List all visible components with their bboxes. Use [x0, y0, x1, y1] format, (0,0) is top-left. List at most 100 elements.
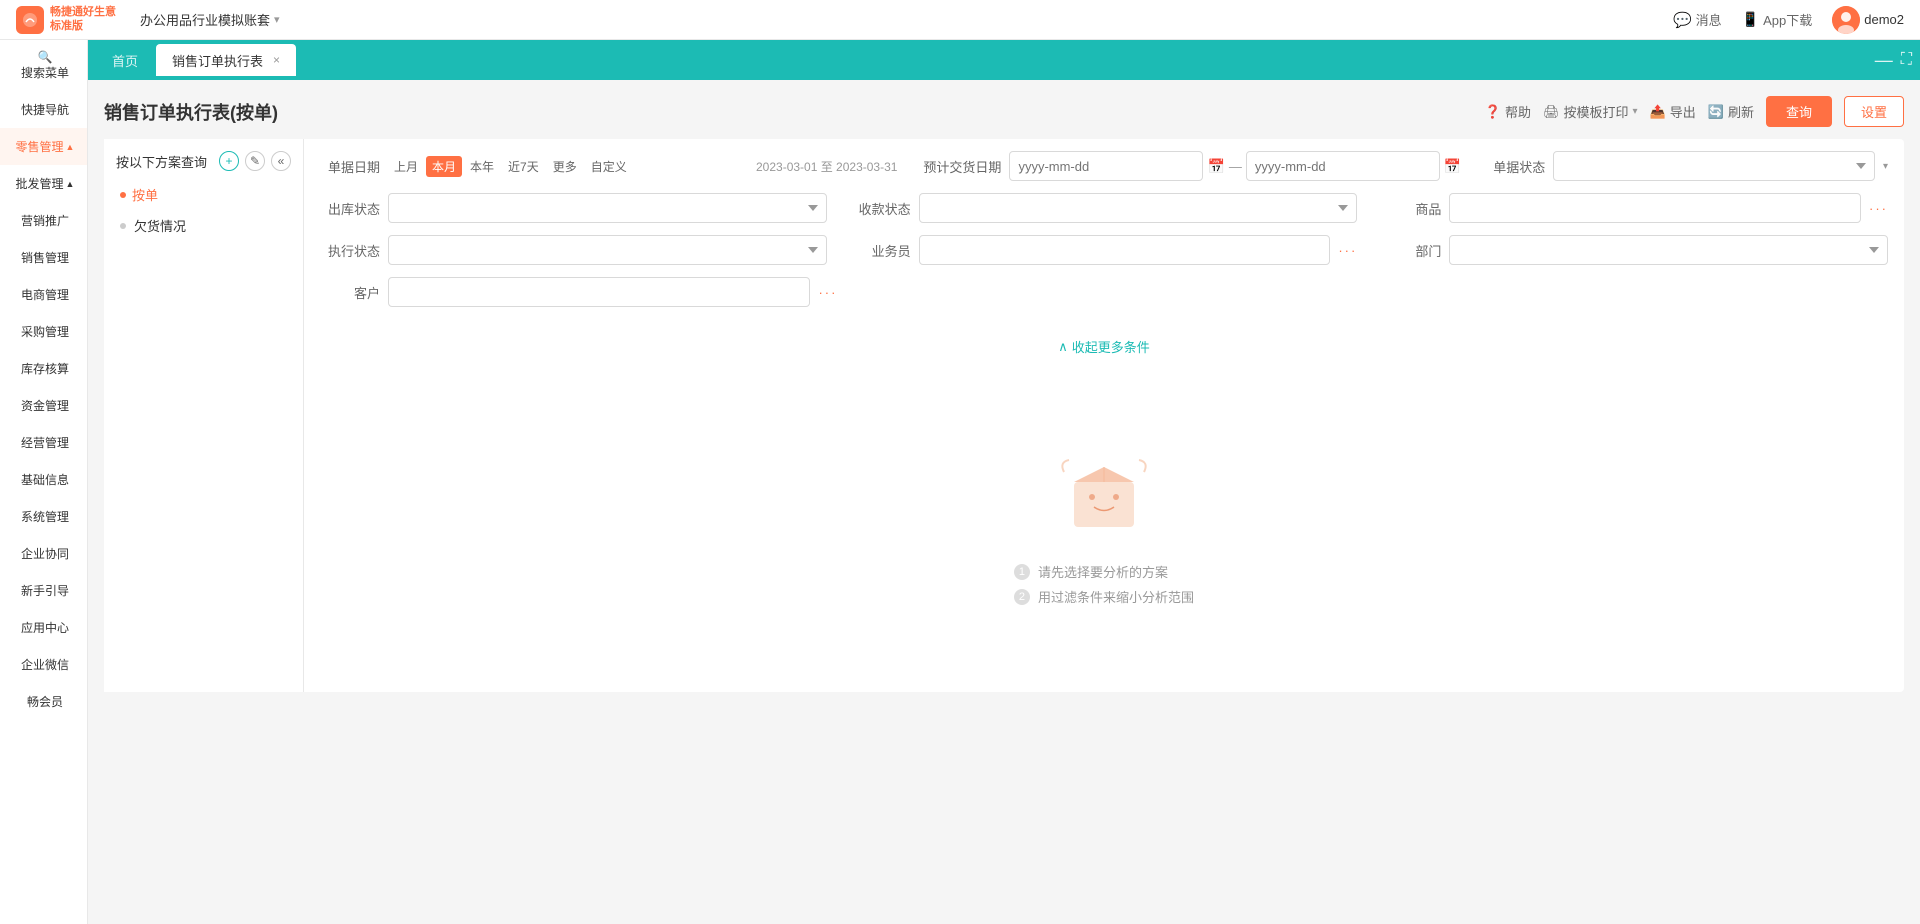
doc-status-dropdown-icon[interactable]: ▾: [1883, 161, 1888, 172]
print-icon: 🖨: [1543, 104, 1560, 120]
content-area: 首页 销售订单执行表 × — ⛶ 销售订单执行表(按单) ❓ 帮助: [88, 40, 1920, 924]
chevron-up-icon-2: ▲: [66, 179, 75, 189]
window-minimize-icon[interactable]: —: [1875, 50, 1893, 71]
collapse-conditions-btn[interactable]: ∧ 收起更多条件: [304, 331, 1904, 362]
sidebar-item-search[interactable]: 🔍 搜索菜单: [0, 40, 87, 91]
sidebar-item-finance[interactable]: 资金管理: [0, 387, 87, 424]
search-icon: 🔍: [38, 50, 53, 64]
dept-select[interactable]: [1449, 235, 1888, 265]
doc-status-label: 单据状态: [1485, 157, 1545, 176]
doc-status-select[interactable]: [1553, 151, 1875, 181]
app-icon: 📱: [1742, 11, 1759, 28]
sidebar-item-basic[interactable]: 基础信息: [0, 461, 87, 498]
message-button[interactable]: 💬 消息: [1673, 10, 1722, 29]
out-status-select[interactable]: [388, 193, 827, 223]
tab-bar-actions: — ⛶: [1875, 50, 1912, 71]
page-title: 销售订单执行表(按单): [104, 99, 278, 125]
collapse-scheme-icon[interactable]: «: [271, 151, 291, 171]
current-month-btn[interactable]: 本月: [426, 156, 462, 177]
prev-month-btn[interactable]: 上月: [388, 156, 424, 177]
salesperson-input[interactable]: [919, 235, 1331, 265]
filter-content: 单据日期 上月 本月 本年 近7天 更多 自定义: [304, 139, 1904, 692]
sidebar-item-appcenter[interactable]: 应用中心: [0, 609, 87, 646]
page-actions: ❓ 帮助 🖨 按模板打印 ▾ 📤 导出 🔄 刷新: [1485, 96, 1904, 127]
inner-content: 按以下方案查询 + ✎ « 按单 欠货情况: [104, 139, 1904, 692]
receipt-status-select[interactable]: [919, 193, 1358, 223]
sidebar-item-ecommerce[interactable]: 电商管理: [0, 276, 87, 313]
current-year-btn[interactable]: 本年: [464, 156, 500, 177]
calendar-icon-2[interactable]: 📅: [1444, 158, 1461, 175]
nav-title[interactable]: 办公用品行业模拟账套 ▾: [140, 10, 280, 29]
calendar-icon-1[interactable]: 📅: [1207, 158, 1224, 175]
product-input[interactable]: [1449, 193, 1861, 223]
chevron-up-icon-collapse: ∧: [1058, 339, 1068, 355]
sidebar-item-wholesale[interactable]: 批发管理 ▲: [0, 165, 87, 202]
scheme-item-backlog[interactable]: 欠货情况: [104, 210, 303, 241]
scheme-item-by-order[interactable]: 按单: [104, 179, 303, 210]
app-download-button[interactable]: 📱 App下载: [1742, 10, 1813, 29]
date-separator: —: [1229, 159, 1242, 174]
doc-date-label: 单据日期: [320, 157, 380, 176]
export-button[interactable]: 📤 导出: [1650, 102, 1696, 121]
sidebar-item-retail[interactable]: 零售管理 ▲: [0, 128, 87, 165]
empty-state: 1 请先选择要分析的方案 2 用过滤条件来缩小分析范围: [304, 362, 1904, 692]
print-dropdown-icon: ▾: [1633, 106, 1638, 117]
filter-row-3: 执行状态 业务员 ··· 部门: [320, 235, 1888, 265]
query-button[interactable]: 查询: [1766, 96, 1832, 127]
expected-date-end[interactable]: [1246, 151, 1440, 181]
filter-group-salesperson: 业务员 ···: [851, 235, 1358, 265]
sidebar-item-wechat[interactable]: 企业微信: [0, 646, 87, 683]
scheme-header: 按以下方案查询 + ✎ «: [104, 147, 303, 179]
sidebar-item-system[interactable]: 系统管理: [0, 498, 87, 535]
custom-date-btn[interactable]: 自定义: [585, 156, 633, 177]
sidebar-item-cooperation[interactable]: 企业协同: [0, 535, 87, 572]
customer-label: 客户: [320, 283, 380, 302]
product-more-icon[interactable]: ···: [1869, 201, 1888, 216]
sidebar-item-newuser[interactable]: 新手引导: [0, 572, 87, 609]
sidebar-item-inventory[interactable]: 库存核算: [0, 350, 87, 387]
customer-input[interactable]: [388, 277, 810, 307]
expected-date-start[interactable]: [1009, 151, 1203, 181]
date-range-text: 2023-03-01 至 2023-03-31: [756, 158, 897, 175]
add-scheme-icon[interactable]: +: [219, 151, 239, 171]
salesperson-more-icon[interactable]: ···: [1338, 243, 1357, 258]
filter-group-doc-status: 单据状态 ▾: [1485, 151, 1888, 181]
sidebar-item-sales[interactable]: 销售管理: [0, 239, 87, 276]
print-button[interactable]: 🖨 按模板打印 ▾: [1543, 102, 1638, 121]
window-maximize-icon[interactable]: ⛶: [1901, 51, 1912, 69]
logo-text: 畅捷通好生意 标准版: [50, 6, 116, 32]
sidebar-item-member[interactable]: 畅会员: [0, 683, 87, 720]
tip-num-1: 1: [1014, 564, 1030, 580]
chevron-up-icon: ▲: [66, 142, 75, 152]
sidebar-item-marketing[interactable]: 营销推广: [0, 202, 87, 239]
customer-more-icon[interactable]: ···: [818, 285, 837, 300]
tab-close-icon[interactable]: ×: [273, 53, 280, 67]
sidebar-item-purchase[interactable]: 采购管理: [0, 313, 87, 350]
expected-date-label: 预计交货日期: [921, 157, 1001, 176]
export-icon: 📤: [1650, 104, 1666, 120]
exec-status-select[interactable]: [388, 235, 827, 265]
filter-group-dept: 部门: [1381, 235, 1888, 265]
tab-sales-order[interactable]: 销售订单执行表 ×: [156, 44, 296, 76]
tab-home[interactable]: 首页: [96, 44, 154, 76]
sidebar-item-quicknav[interactable]: 快捷导航: [0, 91, 87, 128]
filter-group-customer: 客户 ···: [320, 277, 837, 307]
expected-date-range: 📅 — 📅: [1009, 151, 1461, 181]
filter-row-2: 出库状态 收款状态: [320, 193, 1888, 223]
help-button[interactable]: ❓ 帮助: [1485, 102, 1531, 121]
page-content: 销售订单执行表(按单) ❓ 帮助 🖨 按模板打印 ▾ 📤 导出: [88, 80, 1920, 924]
filter-group-doc-date: 单据日期 上月 本月 本年 近7天 更多 自定义: [320, 156, 740, 177]
settings-button[interactable]: 设置: [1844, 96, 1904, 127]
refresh-button[interactable]: 🔄 刷新: [1708, 102, 1754, 121]
help-icon: ❓: [1485, 104, 1501, 120]
filter-form: 单据日期 上月 本月 本年 近7天 更多 自定义: [304, 139, 1904, 331]
filter-group-expected-date: 预计交货日期 📅 — 📅: [921, 151, 1461, 181]
user-area[interactable]: demo2: [1832, 6, 1904, 34]
scheme-item-icon: [120, 223, 126, 229]
more-date-btn[interactable]: 更多: [547, 156, 583, 177]
last-7days-btn[interactable]: 近7天: [502, 156, 545, 177]
logo-area: 畅捷通好生意 标准版: [16, 6, 116, 34]
filter-group-receipt-status: 收款状态: [851, 193, 1358, 223]
sidebar-item-operations[interactable]: 经营管理: [0, 424, 87, 461]
edit-scheme-icon[interactable]: ✎: [245, 151, 265, 171]
